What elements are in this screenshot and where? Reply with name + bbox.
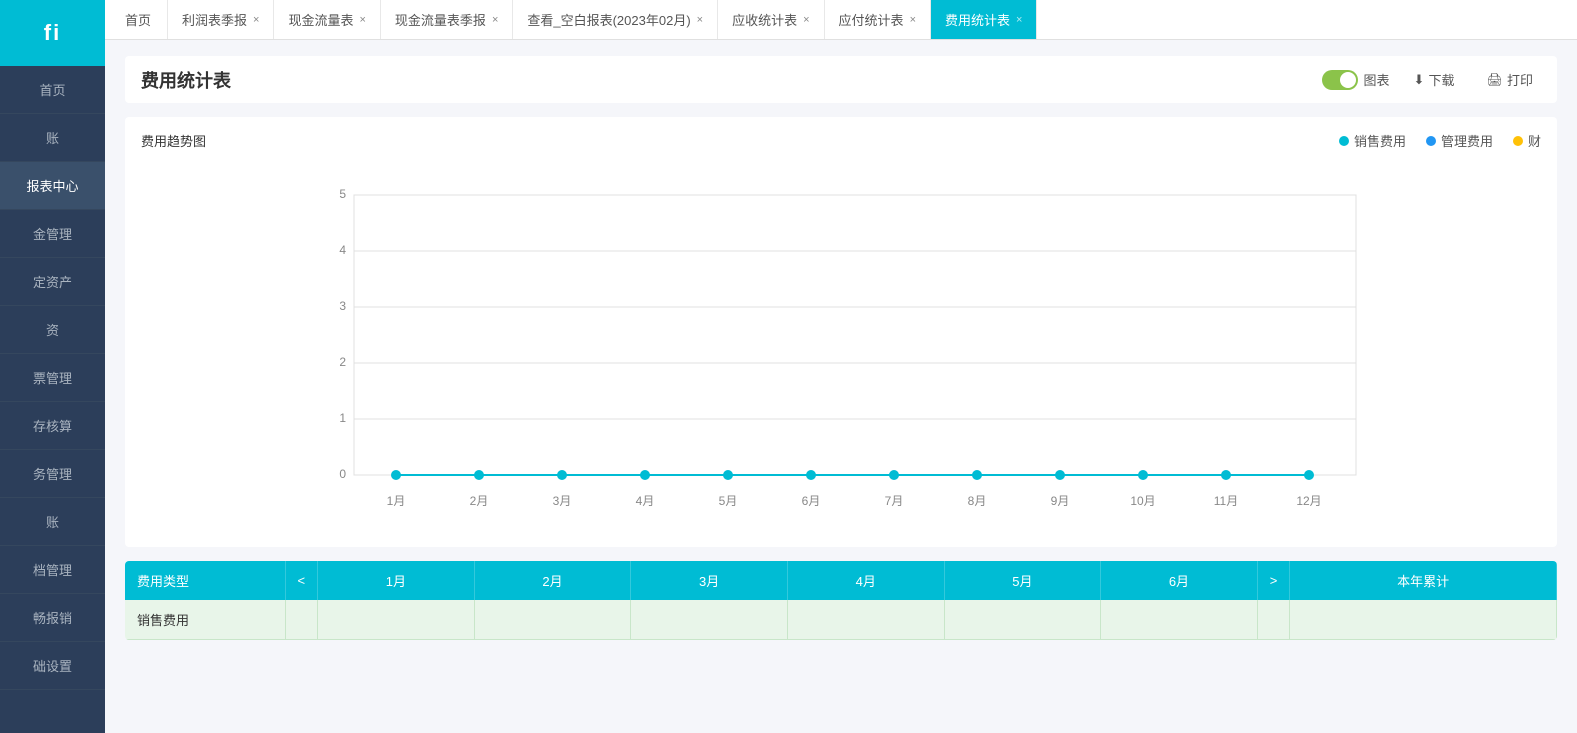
chart-toggle-label: 图表: [1322, 70, 1390, 90]
row-m4: [787, 600, 944, 640]
legend-admin: 管理费用: [1426, 131, 1493, 150]
col-type: 费用类型: [125, 561, 285, 600]
sidebar-item-write-off[interactable]: 畅报销: [0, 594, 105, 642]
close-tab-profit-quarterly[interactable]: ×: [253, 14, 259, 26]
main-area: 首页 利润表季报 × 现金流量表 × 现金流量表季报 × 查看_空白报表(202…: [105, 0, 1577, 733]
sidebar-item-resources[interactable]: 资: [0, 306, 105, 354]
chart-header: 费用趋势图 销售费用 管理费用 财: [141, 131, 1541, 150]
svg-text:1月: 1月: [387, 494, 406, 508]
tab-bar: 首页 利润表季报 × 现金流量表 × 现金流量表季报 × 查看_空白报表(202…: [105, 0, 1577, 40]
col-m6: 6月: [1101, 561, 1258, 600]
sidebar-logo: fi: [0, 0, 105, 66]
close-tab-receivable[interactable]: ×: [803, 14, 809, 26]
legend-dot-sales: [1339, 136, 1349, 146]
col-m2: 2月: [474, 561, 631, 600]
svg-text:4: 4: [339, 243, 346, 257]
row-m6: [1101, 600, 1258, 640]
row-m2: [474, 600, 631, 640]
expense-table: 费用类型 < 1月 2月 3月 4月 5月 6月 > 本年累计 销售费用: [125, 561, 1557, 640]
svg-text:5: 5: [339, 187, 346, 201]
content-area: 费用统计表 图表 ⬇ 下载 🖨 打印 费用趋势图: [105, 40, 1577, 733]
chart-title: 费用趋势图: [141, 131, 206, 150]
tab-profit-quarterly[interactable]: 利润表季报 ×: [168, 0, 274, 40]
row-m5: [944, 600, 1101, 640]
svg-text:3: 3: [339, 299, 346, 313]
row-m1: [318, 600, 475, 640]
sidebar: fi 首页 账 报表中心 金管理 定资产 资 票管理 存核算 务管理 账 档管理…: [0, 0, 105, 733]
table-header-row: 费用类型 < 1月 2月 3月 4月 5月 6月 > 本年累计: [125, 561, 1557, 600]
sidebar-item-invoice-mgmt[interactable]: 票管理: [0, 354, 105, 402]
close-tab-expense[interactable]: ×: [1016, 14, 1022, 26]
legend-finance: 财: [1513, 131, 1541, 150]
svg-text:0: 0: [339, 467, 346, 481]
trend-chart-svg: 0 1 2 3 4 5 1月 2月: [141, 160, 1541, 530]
row-type: 销售费用: [125, 600, 285, 640]
close-tab-cashflow[interactable]: ×: [359, 14, 365, 26]
sidebar-item-file-mgmt[interactable]: 档管理: [0, 546, 105, 594]
svg-text:4月: 4月: [636, 494, 655, 508]
sidebar-item-fixed-assets[interactable]: 定资产: [0, 258, 105, 306]
svg-text:11月: 11月: [1214, 494, 1238, 508]
sidebar-item-report-center[interactable]: 报表中心: [0, 162, 105, 210]
data-table-container: 费用类型 < 1月 2月 3月 4月 5月 6月 > 本年累计 销售费用: [125, 561, 1557, 640]
svg-text:2月: 2月: [470, 494, 489, 508]
sidebar-item-account[interactable]: 账: [0, 114, 105, 162]
svg-text:6月: 6月: [802, 494, 821, 508]
tab-payable[interactable]: 应付统计表 ×: [825, 0, 931, 40]
tab-receivable[interactable]: 应收统计表 ×: [718, 0, 824, 40]
sidebar-item-ledger[interactable]: 账: [0, 498, 105, 546]
col-nav-prev[interactable]: <: [285, 561, 318, 600]
legend-dot-admin: [1426, 136, 1436, 146]
row-m3: [631, 600, 788, 640]
col-m3: 3月: [631, 561, 788, 600]
table-row: 销售费用: [125, 600, 1557, 640]
svg-text:2: 2: [339, 355, 346, 369]
svg-text:8月: 8月: [968, 494, 987, 508]
tab-home[interactable]: 首页: [109, 0, 168, 40]
row-nav-prev-cell: [285, 600, 318, 640]
tab-blank-report[interactable]: 查看_空白报表(2023年02月) ×: [513, 0, 718, 40]
svg-text:1: 1: [339, 411, 346, 425]
close-tab-cashflow-quarterly[interactable]: ×: [492, 14, 498, 26]
legend-sales: 销售费用: [1339, 131, 1406, 150]
page-title: 费用统计表: [141, 67, 231, 93]
print-button[interactable]: 🖨 打印: [1478, 66, 1541, 93]
page-header: 费用统计表 图表 ⬇ 下载 🖨 打印: [125, 56, 1557, 103]
prev-arrow-icon[interactable]: <: [298, 573, 306, 588]
sidebar-item-fund-mgmt[interactable]: 金管理: [0, 210, 105, 258]
sidebar-item-home[interactable]: 首页: [0, 66, 105, 114]
col-m1: 1月: [318, 561, 475, 600]
row-nav-next-cell: [1257, 600, 1290, 640]
col-m4: 4月: [787, 561, 944, 600]
chart-toggle[interactable]: [1322, 70, 1358, 90]
col-nav-next[interactable]: >: [1257, 561, 1290, 600]
chart-legend: 销售费用 管理费用 财: [1339, 131, 1541, 150]
tab-cashflow-quarterly[interactable]: 现金流量表季报 ×: [381, 0, 513, 40]
print-icon: 🖨: [1486, 72, 1503, 88]
col-m5: 5月: [944, 561, 1101, 600]
download-icon: ⬇: [1414, 72, 1425, 88]
sidebar-item-base-settings[interactable]: 础设置: [0, 642, 105, 690]
sidebar-item-service-mgmt[interactable]: 务管理: [0, 450, 105, 498]
svg-text:10月: 10月: [1130, 494, 1155, 508]
trend-chart: 0 1 2 3 4 5 1月 2月: [141, 160, 1541, 533]
svg-text:3月: 3月: [553, 494, 572, 508]
download-button[interactable]: ⬇ 下载: [1406, 66, 1463, 93]
sidebar-item-inventory[interactable]: 存核算: [0, 402, 105, 450]
tab-expense[interactable]: 费用统计表 ×: [931, 0, 1037, 40]
svg-text:5月: 5月: [719, 494, 738, 508]
tab-cashflow[interactable]: 现金流量表 ×: [274, 0, 380, 40]
chart-container: 费用趋势图 销售费用 管理费用 财: [125, 117, 1557, 547]
svg-text:9月: 9月: [1051, 494, 1070, 508]
close-tab-payable[interactable]: ×: [910, 14, 916, 26]
col-ytd: 本年累计: [1290, 561, 1557, 600]
svg-text:7月: 7月: [885, 494, 904, 508]
header-actions: 图表 ⬇ 下载 🖨 打印: [1322, 66, 1541, 93]
row-ytd: [1290, 600, 1557, 640]
close-tab-blank-report[interactable]: ×: [697, 14, 703, 26]
svg-text:12月: 12月: [1296, 494, 1321, 508]
next-arrow-icon[interactable]: >: [1270, 573, 1278, 588]
legend-dot-finance: [1513, 136, 1523, 146]
